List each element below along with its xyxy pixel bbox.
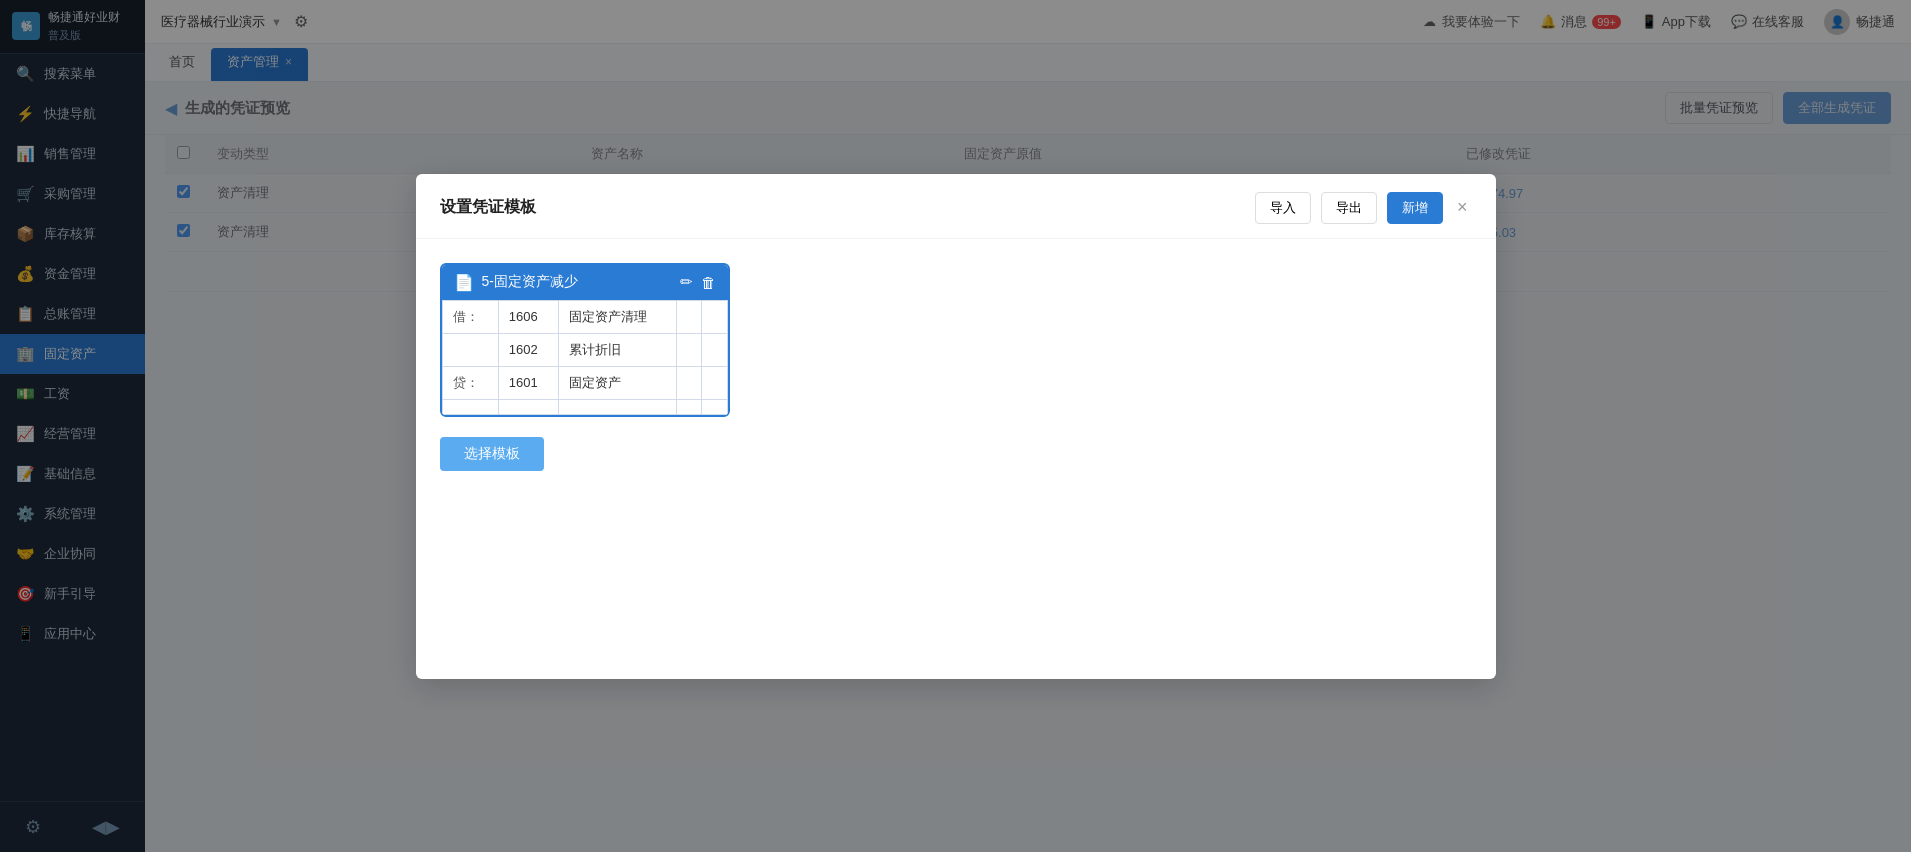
template-header-left: 📄 5-固定资产减少	[454, 273, 578, 292]
select-template-btn[interactable]: 选择模板	[440, 437, 544, 471]
entry-credit	[702, 333, 727, 366]
entry-code: 1602	[498, 333, 558, 366]
entry-subject: 固定资产	[558, 366, 677, 399]
template-card-header: 📄 5-固定资产减少 ✏ 🗑	[442, 265, 728, 300]
entry-code	[498, 399, 558, 414]
import-btn[interactable]: 导入	[1255, 192, 1311, 224]
dialog-body: 📄 5-固定资产减少 ✏ 🗑 借： 1606 固定资产清理	[416, 239, 1496, 679]
entry-direction	[442, 399, 498, 414]
modal-overlay: 设置凭证模板 导入 导出 新增 × 📄 5-固定资产减少 ✏ 🗑	[0, 0, 1911, 852]
entry-subject	[558, 399, 677, 414]
new-btn[interactable]: 新增	[1387, 192, 1443, 224]
entry-direction: 贷：	[442, 366, 498, 399]
entry-credit	[702, 300, 727, 333]
entry-debit	[677, 300, 702, 333]
template-entry-row: 借： 1606 固定资产清理	[442, 300, 727, 333]
entry-direction: 借：	[442, 300, 498, 333]
template-card: 📄 5-固定资产减少 ✏ 🗑 借： 1606 固定资产清理	[440, 263, 730, 417]
entry-code: 1606	[498, 300, 558, 333]
entry-subject: 固定资产清理	[558, 300, 677, 333]
template-entries-table: 借： 1606 固定资产清理 1602 累计折旧	[442, 300, 728, 415]
template-card-actions: ✏ 🗑	[680, 273, 716, 291]
template-doc-icon: 📄	[454, 273, 474, 292]
dialog-header: 设置凭证模板 导入 导出 新增 ×	[416, 174, 1496, 239]
template-entry-row: 贷： 1601 固定资产	[442, 366, 727, 399]
template-edit-btn[interactable]: ✏	[680, 273, 693, 291]
dialog-set-voucher-template: 设置凭证模板 导入 导出 新增 × 📄 5-固定资产减少 ✏ 🗑	[416, 174, 1496, 679]
entry-debit	[677, 399, 702, 414]
entry-code: 1601	[498, 366, 558, 399]
entry-direction	[442, 333, 498, 366]
template-entry-row	[442, 399, 727, 414]
export-btn[interactable]: 导出	[1321, 192, 1377, 224]
template-delete-btn[interactable]: 🗑	[701, 273, 716, 291]
entry-debit	[677, 366, 702, 399]
entry-subject: 累计折旧	[558, 333, 677, 366]
template-entry-row: 1602 累计折旧	[442, 333, 727, 366]
dialog-title: 设置凭证模板	[440, 197, 536, 218]
entry-credit	[702, 366, 727, 399]
entry-credit	[702, 399, 727, 414]
dialog-close-btn[interactable]: ×	[1453, 192, 1472, 224]
entry-debit	[677, 333, 702, 366]
template-name: 5-固定资产减少	[482, 273, 578, 291]
dialog-actions: 导入 导出 新增 ×	[1255, 192, 1472, 224]
